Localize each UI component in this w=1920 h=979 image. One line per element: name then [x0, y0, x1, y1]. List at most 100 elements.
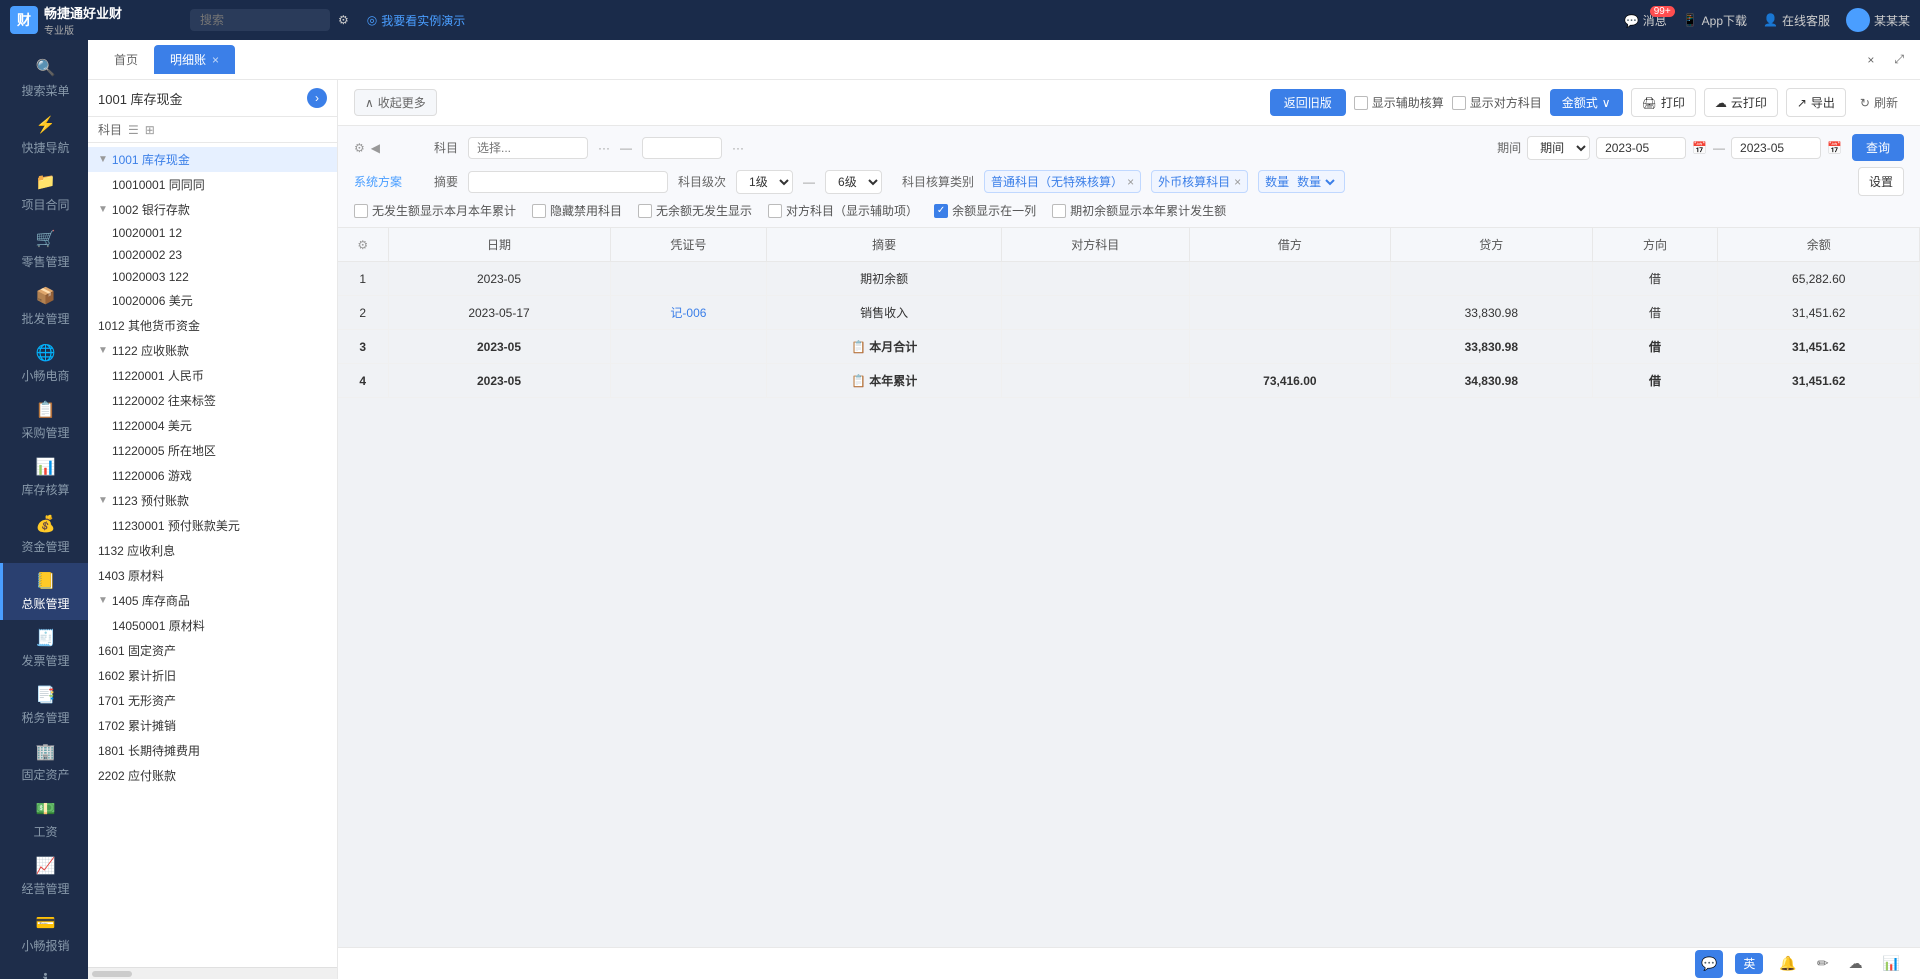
tree-item-11220002[interactable]: 11220002 往来标签: [88, 388, 337, 413]
cloud-icon[interactable]: ☁: [1845, 953, 1867, 974]
return-old-button[interactable]: 返回旧版: [1270, 89, 1346, 116]
app-download-button[interactable]: 📱 App下载: [1683, 12, 1747, 29]
tag-normal[interactable]: 普通科目（无特殊核算） ×: [984, 170, 1141, 193]
settings-button[interactable]: ⚙: [330, 13, 357, 27]
option-no-occurrence[interactable]: 无发生额显示本月本年累计: [354, 202, 516, 219]
option-opening-cumulative[interactable]: 期初余额显示本年累计发生额: [1052, 202, 1226, 219]
tag-normal-close[interactable]: ×: [1127, 175, 1134, 189]
tree-item-10020001[interactable]: 10020001 12: [88, 222, 337, 244]
sidebar-item-inventory[interactable]: 📊 库存核算: [0, 449, 88, 506]
sidebar-item-capital[interactable]: 💰 资金管理: [0, 506, 88, 563]
tree-item-1601[interactable]: 1601 固定资产: [88, 638, 337, 663]
sidebar-item-ecommerce[interactable]: 🌐 小畅电商: [0, 335, 88, 392]
online-service-button[interactable]: 👤 在线客服: [1763, 12, 1830, 29]
amount-format-button[interactable]: 金额式 ∨: [1550, 89, 1623, 116]
tree-item-1123[interactable]: ▼ 1123 预付账款: [88, 488, 337, 513]
sidebar-item-retail[interactable]: 🛒 零售管理: [0, 221, 88, 278]
more-filter-button[interactable]: ∧ 收起更多: [354, 89, 437, 116]
show-opposite-checkbox[interactable]: 显示对方科目: [1452, 94, 1542, 111]
summary-input[interactable]: [468, 171, 668, 193]
option-hide-disabled[interactable]: 隐藏禁用科目: [532, 202, 622, 219]
tree-item-1701[interactable]: 1701 无形资产: [88, 688, 337, 713]
tree-item-10020002[interactable]: 10020002 23: [88, 244, 337, 266]
notification-icon[interactable]: 🔔: [1775, 953, 1800, 974]
option-no-balance[interactable]: 无余额无发生显示: [638, 202, 752, 219]
query-gear-icon[interactable]: ⚙: [354, 141, 365, 155]
window-close-button[interactable]: ×: [1861, 48, 1880, 72]
user-menu[interactable]: 某某某: [1846, 8, 1910, 32]
sidebar-item-project[interactable]: 📁 项目合同: [0, 164, 88, 221]
list-view-icon[interactable]: ☰: [128, 123, 139, 137]
demo-link[interactable]: ◎ 我要看实例演示: [367, 12, 466, 29]
lang-switch[interactable]: 英: [1735, 953, 1763, 974]
message-button[interactable]: 💬 消息 99+: [1624, 12, 1666, 29]
cloud-print-button[interactable]: ☁ 云打印: [1704, 88, 1778, 117]
period-calendar-icon[interactable]: 📅: [1692, 141, 1707, 155]
sidebar-item-salary[interactable]: 💵 工资: [0, 791, 88, 848]
global-search-input[interactable]: [190, 9, 330, 31]
settings-button[interactable]: 设置: [1858, 167, 1904, 196]
period-end-calendar-icon[interactable]: 📅: [1827, 141, 1842, 155]
nav-arrow-button[interactable]: ›: [307, 88, 327, 108]
tree-item-11220001[interactable]: 11220001 人民币: [88, 363, 337, 388]
window-expand-button[interactable]: ⤢: [1888, 47, 1910, 72]
tree-item-11220004[interactable]: 11220004 美元: [88, 413, 337, 438]
tree-item-1405[interactable]: ▼ 1405 库存商品: [88, 588, 337, 613]
period-type-select[interactable]: 期间: [1527, 136, 1590, 160]
option-balance-one-column[interactable]: ✓ 余额显示在一列: [934, 202, 1036, 219]
tab-ledger[interactable]: 明细账 ×: [154, 45, 235, 74]
query-button[interactable]: 查询: [1852, 134, 1904, 161]
subject-query-input-2[interactable]: [642, 137, 722, 159]
period-start-input[interactable]: [1596, 137, 1686, 159]
tree-item-10010001[interactable]: 10010001 同同同: [88, 172, 337, 197]
tree-item-1132[interactable]: 1132 应收利息: [88, 538, 337, 563]
sidebar-item-invoice[interactable]: 🧾 发票管理: [0, 620, 88, 677]
scheme-name[interactable]: 系统方案: [354, 173, 424, 190]
tree-item-10020003[interactable]: 10020003 122: [88, 266, 337, 288]
period-end-input[interactable]: [1731, 137, 1821, 159]
export-button[interactable]: ↗ 导出: [1786, 88, 1846, 117]
tree-item-1002[interactable]: ▼ 1002 银行存款: [88, 197, 337, 222]
tab-home[interactable]: 首页: [98, 45, 154, 74]
chart-icon[interactable]: 📊: [1879, 953, 1904, 974]
tree-item-1001[interactable]: ▼ 1001 库存现金: [88, 147, 337, 172]
tree-item-11230001[interactable]: 11230001 预付账款美元: [88, 513, 337, 538]
tree-item-1602[interactable]: 1602 累计折旧: [88, 663, 337, 688]
sidebar-item-accounting[interactable]: 📒 总账管理: [0, 563, 88, 620]
sidebar-item-operation[interactable]: 📈 经营管理: [0, 848, 88, 905]
sidebar-item-search[interactable]: 🔍 搜索菜单: [0, 50, 88, 107]
tree-item-10020006[interactable]: 10020006 美元: [88, 288, 337, 313]
level-to-select[interactable]: 6级: [825, 170, 882, 194]
tree-item-1012[interactable]: 1012 其他货币资金: [88, 313, 337, 338]
sidebar-item-basic[interactable]: ℹ 基础信息: [0, 962, 88, 979]
print-button[interactable]: 🖨 打印: [1631, 88, 1696, 117]
sidebar-item-purchase[interactable]: 📋 采购管理: [0, 392, 88, 449]
chat-button[interactable]: 💬: [1695, 950, 1723, 978]
tree-item-1403[interactable]: 1403 原材料: [88, 563, 337, 588]
option-opposite-subject[interactable]: 对方科目（显示辅助项）: [768, 202, 918, 219]
tree-item-2202[interactable]: 2202 应付账款: [88, 763, 337, 788]
level-from-select[interactable]: 1级: [736, 170, 793, 194]
voucher-link[interactable]: 记-006: [670, 306, 706, 320]
tree-item-14050001[interactable]: 14050001 原材料: [88, 613, 337, 638]
show-aux-checkbox[interactable]: 显示辅助核算: [1354, 94, 1444, 111]
sidebar-item-marketing[interactable]: 💳 小畅报销: [0, 905, 88, 962]
tree-scrollbar-thumb[interactable]: [92, 971, 132, 977]
tag-foreign[interactable]: 外币核算科目 ×: [1151, 170, 1248, 193]
quantity-select[interactable]: 数量: [1293, 174, 1338, 190]
edit-icon[interactable]: ✏: [1813, 953, 1833, 974]
subject-query-input[interactable]: [468, 137, 588, 159]
sidebar-item-wholesale[interactable]: 📦 批发管理: [0, 278, 88, 335]
tree-item-11220005[interactable]: 11220005 所在地区: [88, 438, 337, 463]
tree-item-1801[interactable]: 1801 长期待摊费用: [88, 738, 337, 763]
tree-view-icon[interactable]: ⊞: [145, 123, 155, 137]
query-collapse-btn[interactable]: ◀: [371, 141, 380, 155]
refresh-button[interactable]: ↻ 刷新: [1854, 89, 1904, 116]
sidebar-item-assets[interactable]: 🏢 固定资产: [0, 734, 88, 791]
tree-item-1122[interactable]: ▼ 1122 应收账款: [88, 338, 337, 363]
tag-foreign-close[interactable]: ×: [1234, 175, 1241, 189]
tree-item-1702[interactable]: 1702 累计摊销: [88, 713, 337, 738]
sidebar-item-shortcut[interactable]: ⚡ 快捷导航: [0, 107, 88, 164]
table-gear-icon[interactable]: ⚙: [357, 238, 368, 252]
tab-close-icon[interactable]: ×: [212, 53, 219, 67]
